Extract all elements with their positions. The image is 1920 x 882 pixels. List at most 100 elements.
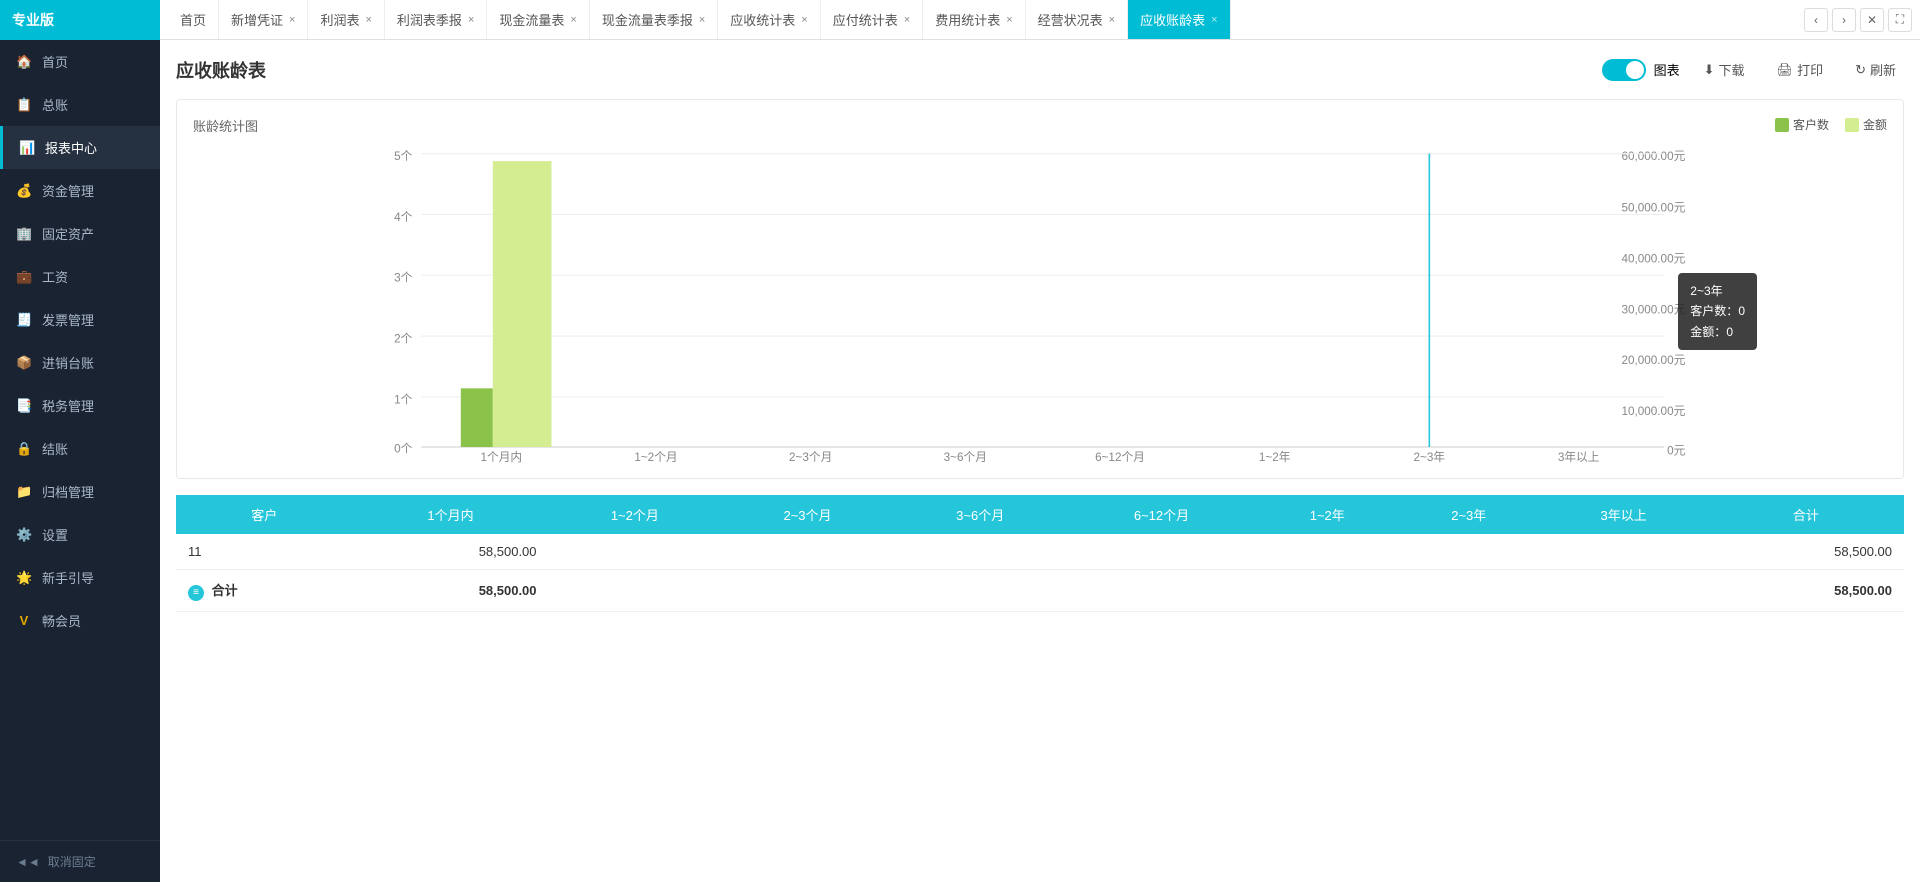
cell-customer: 11: [176, 534, 352, 570]
tab-ap-stats[interactable]: 应付统计表 ×: [821, 0, 923, 40]
tab-ar-aging-close[interactable]: ×: [1211, 14, 1217, 26]
tab-scroll-left[interactable]: ‹: [1804, 8, 1828, 32]
sidebar-item-label: 结账: [42, 439, 68, 458]
tab-cashflow-quarterly-label: 现金流量表季报: [602, 10, 693, 29]
gear-icon: ⚙️: [16, 527, 32, 543]
salary-icon: 💼: [16, 269, 32, 285]
tabbar-nav: ‹ › ✕ ⛶: [1804, 8, 1912, 32]
cell-m4: [894, 534, 1067, 570]
chart-container: 账龄统计图 客户数 金额 5个 4个 3个 2个 1个: [176, 99, 1904, 479]
sidebar-item-archive[interactable]: 📁 归档管理: [0, 470, 160, 513]
sidebar-item-assets[interactable]: 🏢 固定资产: [0, 212, 160, 255]
bar-amount-1month[interactable]: [493, 161, 552, 447]
tab-profit-quarterly[interactable]: 利润表季报 ×: [385, 0, 487, 40]
svg-text:5个: 5个: [394, 150, 413, 163]
svg-text:50,000.00元: 50,000.00元: [1621, 201, 1685, 214]
refresh-button[interactable]: ↻ 刷新: [1847, 56, 1904, 83]
download-button[interactable]: ⬇ 下载: [1696, 56, 1753, 83]
table-row: 11 58,500.00 58,500.00: [176, 534, 1904, 570]
tab-cashflow-close[interactable]: ×: [570, 14, 576, 26]
tab-ar-stats[interactable]: 应收统计表 ×: [718, 0, 820, 40]
sidebar-item-salary[interactable]: 💼 工资: [0, 255, 160, 298]
col-m5: 6~12个月: [1067, 495, 1257, 534]
sidebar-item-tax[interactable]: 📑 税务管理: [0, 384, 160, 427]
tab-cashflow-quarterly-close[interactable]: ×: [699, 14, 705, 26]
tab-home-label: 首页: [180, 10, 206, 29]
funds-icon: 💰: [16, 183, 32, 199]
total-label: ≡ 合计: [176, 570, 352, 612]
tab-ar-stats-label: 应收统计表: [730, 10, 795, 29]
chart-toggle-wrap[interactable]: 图表: [1602, 59, 1680, 81]
cell-m7: [1398, 534, 1540, 570]
close-accounts-icon: 🔒: [16, 441, 32, 457]
sidebar-item-label: 税务管理: [42, 396, 94, 415]
guide-icon: 🌟: [16, 570, 32, 586]
cell-m2: [549, 534, 722, 570]
sidebar-item-vip[interactable]: V 畅会员: [0, 599, 160, 642]
tab-business-stats[interactable]: 经营状况表 ×: [1026, 0, 1128, 40]
sidebar-item-label: 报表中心: [45, 138, 97, 157]
sidebar-item-home[interactable]: 🏠 首页: [0, 40, 160, 83]
tab-profit-close[interactable]: ×: [365, 14, 371, 26]
print-button[interactable]: 🖨 打印: [1769, 56, 1832, 83]
tab-ar-stats-close[interactable]: ×: [801, 14, 807, 26]
legend-customers: 客户数: [1775, 116, 1829, 133]
sidebar-item-label: 畅会员: [42, 611, 81, 630]
tab-new-voucher-close[interactable]: ×: [289, 14, 295, 26]
sidebar-item-stock[interactable]: 📦 进销台账: [0, 341, 160, 384]
tab-profit[interactable]: 利润表 ×: [308, 0, 384, 40]
chart-toggle-label: 图表: [1654, 60, 1680, 79]
sidebar-item-guide[interactable]: 🌟 新手引导: [0, 556, 160, 599]
total-m8: [1540, 570, 1708, 612]
tab-fullscreen[interactable]: ⛶: [1888, 8, 1912, 32]
tab-business-stats-close[interactable]: ×: [1109, 14, 1115, 26]
sidebar-item-label: 首页: [42, 52, 68, 71]
home-icon: 🏠: [16, 54, 32, 70]
cell-m1: 58,500.00: [352, 534, 548, 570]
col-total: 合计: [1708, 495, 1904, 534]
sidebar-item-settings[interactable]: ⚙️ 设置: [0, 513, 160, 556]
refresh-label: 刷新: [1870, 60, 1896, 79]
total-m4: [894, 570, 1067, 612]
sidebar-item-reports[interactable]: 📊 报表中心: [0, 126, 160, 169]
chart-svg: 5个 4个 3个 2个 1个 0个 60,000.00元 50,000.00元 …: [193, 143, 1887, 463]
cell-m3: [721, 534, 894, 570]
legend-customers-dot: [1775, 118, 1789, 132]
tab-ar-aging-label: 应收账龄表: [1140, 10, 1205, 29]
unpin-button[interactable]: ◄◄ 取消固定: [0, 840, 160, 882]
stock-icon: 📦: [16, 355, 32, 371]
tab-close-all[interactable]: ✕: [1860, 8, 1884, 32]
tab-expense-stats[interactable]: 费用统计表 ×: [923, 0, 1025, 40]
tab-home[interactable]: 首页: [168, 0, 219, 40]
tab-ap-stats-close[interactable]: ×: [904, 14, 910, 26]
tab-cashflow-quarterly[interactable]: 现金流量表季报 ×: [590, 0, 718, 40]
download-icon: ⬇: [1704, 62, 1715, 78]
tab-new-voucher[interactable]: 新增凭证 ×: [219, 0, 308, 40]
bar-customers-1month[interactable]: [461, 388, 493, 447]
tab-profit-quarterly-close[interactable]: ×: [468, 14, 474, 26]
sidebar-item-funds[interactable]: 💰 资金管理: [0, 169, 160, 212]
svg-text:3~6个月: 3~6个月: [944, 451, 987, 463]
tab-ar-aging[interactable]: 应收账龄表 ×: [1128, 0, 1230, 40]
invoice-icon: 🧾: [16, 312, 32, 328]
tab-cashflow-label: 现金流量表: [499, 10, 564, 29]
tab-cashflow[interactable]: 现金流量表 ×: [487, 0, 589, 40]
tab-ap-stats-label: 应付统计表: [833, 10, 898, 29]
tab-scroll-right[interactable]: ›: [1832, 8, 1856, 32]
tab-business-stats-label: 经营状况表: [1038, 10, 1103, 29]
svg-text:3个: 3个: [394, 272, 413, 285]
col-m6: 1~2年: [1257, 495, 1399, 534]
sidebar-item-invoice[interactable]: 🧾 发票管理: [0, 298, 160, 341]
chart-title: 账龄统计图: [193, 116, 1887, 135]
chart-toggle[interactable]: [1602, 59, 1646, 81]
page-title: 应收账龄表: [176, 57, 266, 83]
sidebar-item-close[interactable]: 🔒 结账: [0, 427, 160, 470]
total-m1: 58,500.00: [352, 570, 548, 612]
sidebar-item-ledger[interactable]: 📋 总账: [0, 83, 160, 126]
data-table: 客户 1个月内 1~2个月 2~3个月 3~6个月 6~12个月 1~2年 2~…: [176, 495, 1904, 612]
sidebar-item-label: 归档管理: [42, 482, 94, 501]
total-total: 58,500.00: [1708, 570, 1904, 612]
tab-expense-stats-close[interactable]: ×: [1006, 14, 1012, 26]
unpin-label: 取消固定: [48, 853, 96, 870]
col-m8: 3年以上: [1540, 495, 1708, 534]
